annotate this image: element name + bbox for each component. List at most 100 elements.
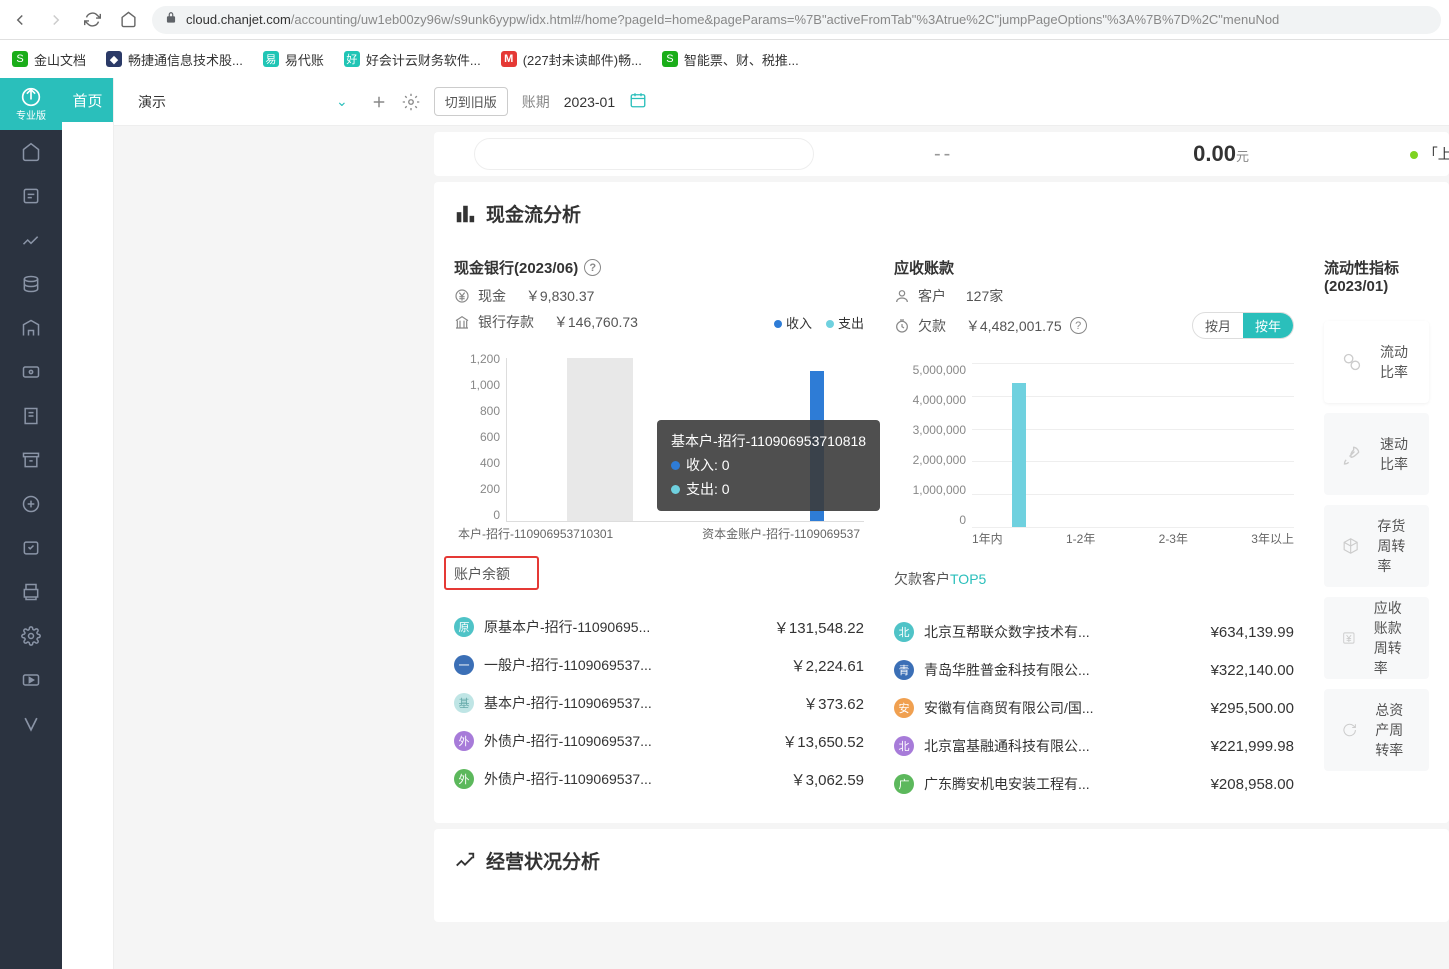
nav-fund-icon[interactable] bbox=[0, 262, 62, 306]
tab-home[interactable]: 首页 bbox=[62, 78, 113, 122]
forward-button[interactable] bbox=[44, 8, 68, 32]
metric-card-inventory-turnover[interactable]: 存货周转率 bbox=[1324, 505, 1429, 587]
search-pill[interactable] bbox=[474, 138, 814, 170]
badge-icon: 青 bbox=[894, 660, 914, 680]
user-icon bbox=[894, 288, 910, 304]
dot-icon bbox=[1410, 151, 1418, 159]
add-button[interactable] bbox=[370, 93, 388, 111]
bookmark-item[interactable]: M(227封未读邮件)畅... bbox=[501, 50, 642, 69]
home-button[interactable] bbox=[116, 8, 140, 32]
badge-icon: 原 bbox=[454, 617, 474, 637]
zero-value: 0.00元 bbox=[1193, 141, 1249, 167]
bar-chart-icon bbox=[454, 203, 476, 225]
receivable-chart[interactable]: 5,000,000 4,000,000 3,000,000 2,000,000 … bbox=[894, 357, 1294, 547]
cashflow-panel: 现金流分析 现金银行(2023/06) ? 现金 ￥9,830.37 bbox=[434, 182, 1449, 823]
metric-card-quick-ratio[interactable]: 速动比率 bbox=[1324, 413, 1429, 495]
bookmark-item[interactable]: S智能票、财、税推... bbox=[662, 50, 799, 69]
bookmark-item[interactable]: 好好会计云财务软件... bbox=[344, 50, 481, 69]
chart-tooltip: 基本户-招行-110906953710818 收入: 0 支出: 0 bbox=[657, 420, 880, 511]
url-text: cloud.chanjet.com/accounting/uw1eb00zy96… bbox=[186, 12, 1279, 27]
nav-voucher-icon[interactable] bbox=[0, 174, 62, 218]
switch-version-button[interactable]: 切到旧版 bbox=[434, 87, 508, 116]
bookmark-item[interactable]: 易易代账 bbox=[263, 50, 324, 69]
doc-icon: S bbox=[12, 51, 28, 67]
rocket-icon bbox=[1342, 436, 1362, 472]
customer-row[interactable]: 青青岛华胜普金科技有限公...¥322,140.00 bbox=[894, 651, 1294, 689]
nav-invoice-icon[interactable] bbox=[0, 394, 62, 438]
settings-gear-icon[interactable] bbox=[402, 93, 420, 111]
toggle-month[interactable]: 按月 bbox=[1193, 313, 1243, 338]
tab-rail: 首页 bbox=[62, 78, 114, 969]
bookmarks-bar: S金山文档 ◆畅捷通信息技术股... 易易代账 好好会计云财务软件... M(2… bbox=[0, 40, 1449, 78]
calendar-icon[interactable] bbox=[629, 91, 647, 112]
badge-icon: 外 bbox=[454, 769, 474, 789]
customer-row[interactable]: 北北京互帮联众数字技术有...¥634,139.99 bbox=[894, 613, 1294, 651]
account-list: 原原基本户-招行-11090695...￥131,548.22 一一般户-招行-… bbox=[454, 608, 864, 798]
cycle-icon bbox=[1342, 712, 1357, 748]
nav-video-icon[interactable] bbox=[0, 658, 62, 702]
metric-card-asset-turnover[interactable]: 总资产周转率 bbox=[1324, 689, 1429, 771]
bank-icon bbox=[454, 314, 470, 330]
app-icon: 易 bbox=[263, 51, 279, 67]
operation-panel: 经营状况分析 bbox=[434, 829, 1449, 922]
app-icon: 好 bbox=[344, 51, 360, 67]
news-item[interactable]: 「上新」好会计20230511迭代更新 bbox=[1410, 144, 1449, 164]
box-icon bbox=[1342, 528, 1359, 564]
period-label: 账期 bbox=[522, 92, 550, 112]
nav-asset-icon[interactable] bbox=[0, 306, 62, 350]
address-bar[interactable]: cloud.chanjet.com/accounting/uw1eb00zy96… bbox=[152, 6, 1441, 34]
liquidity-title: 流动性指标(2023/01) bbox=[1324, 257, 1429, 295]
badge-icon: 外 bbox=[454, 731, 474, 751]
panel-title: 经营状况分析 bbox=[454, 847, 1429, 874]
panel-title: 现金流分析 bbox=[454, 200, 1429, 227]
nav-settings-icon[interactable] bbox=[0, 614, 62, 658]
account-row[interactable]: 原原基本户-招行-11090695...￥131,548.22 bbox=[454, 608, 864, 646]
chart-legend: 收入 支出 bbox=[774, 313, 864, 332]
metric-card-ar-turnover[interactable]: 应收账款周转率 bbox=[1324, 597, 1429, 679]
back-button[interactable] bbox=[8, 8, 32, 32]
toggle-year[interactable]: 按年 bbox=[1243, 313, 1293, 338]
metric-card-current-ratio[interactable]: 流动比率 bbox=[1324, 321, 1429, 403]
nav-home-icon[interactable] bbox=[0, 130, 62, 174]
y-axis: 5,000,000 4,000,000 3,000,000 2,000,000 … bbox=[894, 363, 966, 527]
dash-value: -- bbox=[934, 143, 953, 166]
period-value[interactable]: 2023-01 bbox=[564, 94, 615, 110]
cash-bank-chart[interactable]: 1,200 1,000 800 600 400 200 0 bbox=[454, 352, 864, 542]
owe-line: 欠款 ￥4,482,001.75 ? 按月 按年 bbox=[894, 312, 1294, 339]
reload-button[interactable] bbox=[80, 8, 104, 32]
account-row[interactable]: 外外债户-招行-1109069537...￥13,650.52 bbox=[454, 722, 864, 760]
org-selector[interactable]: 演示 ⌄ bbox=[130, 88, 356, 116]
summary-bar: -- 0.00元 「上新」好会计20230511迭代更新 bbox=[434, 132, 1449, 176]
bookmark-item[interactable]: S金山文档 bbox=[12, 50, 86, 69]
account-row[interactable]: 基基本户-招行-1109069537...￥373.62 bbox=[454, 684, 864, 722]
app-icon: S bbox=[662, 51, 678, 67]
nav-salary-icon[interactable] bbox=[0, 350, 62, 394]
nav-archive-icon[interactable] bbox=[0, 438, 62, 482]
nav-closing-icon[interactable] bbox=[0, 526, 62, 570]
account-row[interactable]: 一一般户-招行-1109069537...￥2,224.61 bbox=[454, 646, 864, 684]
cash-line: 现金 ￥9,830.37 bbox=[454, 286, 864, 306]
hover-band bbox=[567, 358, 633, 521]
customer-row[interactable]: 广广东腾安机电安装工程有...¥208,958.00 bbox=[894, 765, 1294, 803]
period-toggle[interactable]: 按月 按年 bbox=[1192, 312, 1294, 339]
nav-tax-icon[interactable] bbox=[0, 482, 62, 526]
y-axis: 1,200 1,000 800 600 400 200 0 bbox=[454, 352, 500, 522]
yen-icon bbox=[454, 288, 470, 304]
bookmark-item[interactable]: ◆畅捷通信息技术股... bbox=[106, 50, 243, 69]
customer-row[interactable]: 北北京富基融通科技有限公...¥221,999.98 bbox=[894, 727, 1294, 765]
cash-bank-title: 现金银行(2023/06) ? bbox=[454, 257, 864, 278]
nav-report-icon[interactable] bbox=[0, 218, 62, 262]
app-logo[interactable]: 专业版 bbox=[0, 78, 62, 130]
customer-row[interactable]: 安安徽有信商贸有限公司/国...¥295,500.00 bbox=[894, 689, 1294, 727]
account-row[interactable]: 外外债户-招行-1109069537...￥3,062.59 bbox=[454, 760, 864, 798]
plot-area bbox=[972, 363, 1294, 527]
badge-icon: 北 bbox=[894, 622, 914, 642]
mail-icon: M bbox=[501, 51, 517, 67]
shield-icon: ◆ bbox=[106, 51, 122, 67]
help-icon[interactable]: ? bbox=[1070, 317, 1087, 334]
nav-v-icon[interactable] bbox=[0, 702, 62, 746]
balance-title: 账户余额 bbox=[454, 564, 864, 584]
nav-print-icon[interactable] bbox=[0, 570, 62, 614]
bar bbox=[1012, 383, 1026, 527]
help-icon[interactable]: ? bbox=[584, 259, 601, 276]
